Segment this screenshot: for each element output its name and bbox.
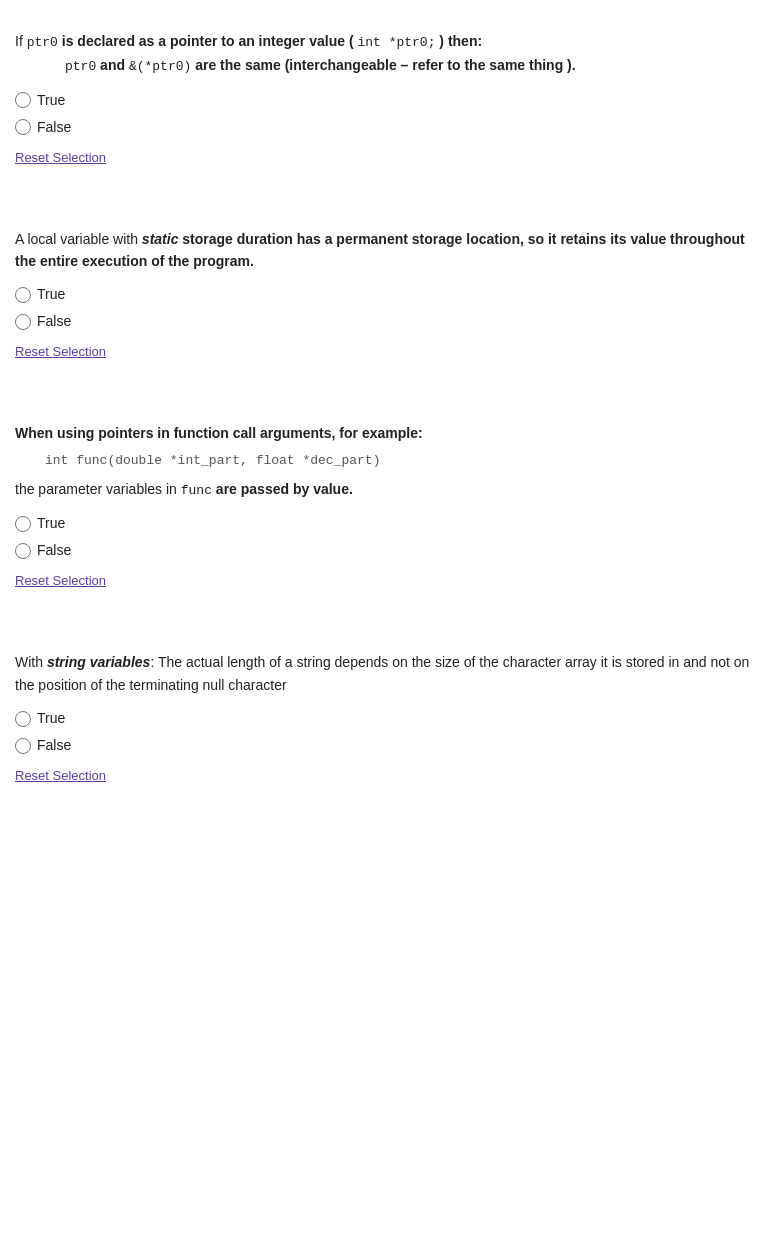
q1-code-ptr0-2: ptr0 xyxy=(65,59,96,74)
q2-text-a: A local variable with xyxy=(15,231,142,247)
q1-same-text: are the same (interchangeable – refer to… xyxy=(191,57,575,73)
q3-radio-false[interactable] xyxy=(15,543,31,559)
q1-false-label: False xyxy=(37,117,71,138)
q1-and-text: and xyxy=(96,57,129,73)
q1-code-ampptr0: &(*ptr0) xyxy=(129,59,191,74)
question-block-1: If ptr0 is declared as a pointer to an i… xyxy=(10,20,769,178)
question-text-1: If ptr0 is declared as a pointer to an i… xyxy=(15,30,764,78)
q2-reset-link[interactable]: Reset Selection xyxy=(15,342,106,362)
q1-reset-link[interactable]: Reset Selection xyxy=(15,148,106,168)
q2-true-label: True xyxy=(37,284,65,305)
q4-radio-true[interactable] xyxy=(15,711,31,727)
q4-true-label: True xyxy=(37,708,65,729)
q1-text-if: If xyxy=(15,33,27,49)
q1-option-true[interactable]: True xyxy=(15,90,764,111)
question-text-3: When using pointers in function call arg… xyxy=(15,422,764,501)
question-block-4: With string variables: The actual length… xyxy=(10,641,769,796)
q3-text-when: When using pointers in function call arg… xyxy=(15,425,423,441)
q4-false-label: False xyxy=(37,735,71,756)
q1-radio-false[interactable] xyxy=(15,119,31,135)
q3-options: True False Reset Selection xyxy=(15,513,764,591)
q2-italic-static: static xyxy=(142,231,179,247)
q3-text-param: the parameter variables in xyxy=(15,481,181,497)
question-block-2: A local variable with static storage dur… xyxy=(10,218,769,373)
q1-code-ptr0: ptr0 xyxy=(27,35,58,50)
q3-radio-true[interactable] xyxy=(15,516,31,532)
q3-option-true[interactable]: True xyxy=(15,513,764,534)
page-container: If ptr0 is declared as a pointer to an i… xyxy=(0,0,779,856)
q4-text-with: With xyxy=(15,654,47,670)
q4-italic-string: string variables xyxy=(47,654,151,670)
q2-options: True False Reset Selection xyxy=(15,284,764,362)
q2-radio-true[interactable] xyxy=(15,287,31,303)
q3-false-label: False xyxy=(37,540,71,561)
q2-false-label: False xyxy=(37,311,71,332)
q1-code-int-ptr0: int *ptr0; xyxy=(357,35,435,50)
q3-reset-link[interactable]: Reset Selection xyxy=(15,571,106,591)
question-text-4: With string variables: The actual length… xyxy=(15,651,764,696)
q3-code-block: int func(double *int_part, float *dec_pa… xyxy=(45,451,764,472)
q4-options: True False Reset Selection xyxy=(15,708,764,786)
q1-options: True False Reset Selection xyxy=(15,90,764,168)
q4-option-true[interactable]: True xyxy=(15,708,764,729)
q1-option-false[interactable]: False xyxy=(15,117,764,138)
q3-code-func: func xyxy=(181,483,212,498)
q4-reset-link[interactable]: Reset Selection xyxy=(15,766,106,786)
question-block-3: When using pointers in function call arg… xyxy=(10,412,769,601)
q1-subtext: ptr0 and &(*ptr0) are the same (intercha… xyxy=(65,54,576,78)
q1-text-then: ) then: xyxy=(435,33,482,49)
q1-radio-true[interactable] xyxy=(15,92,31,108)
q2-option-true[interactable]: True xyxy=(15,284,764,305)
q3-true-label: True xyxy=(37,513,65,534)
question-text-2: A local variable with static storage dur… xyxy=(15,228,764,273)
q3-option-false[interactable]: False xyxy=(15,540,764,561)
q1-true-label: True xyxy=(37,90,65,111)
q1-text-declared: is declared as a pointer to an integer v… xyxy=(58,33,358,49)
q4-option-false[interactable]: False xyxy=(15,735,764,756)
q2-radio-false[interactable] xyxy=(15,314,31,330)
q3-text-passed: are passed by value. xyxy=(212,481,353,497)
q4-radio-false[interactable] xyxy=(15,738,31,754)
q2-option-false[interactable]: False xyxy=(15,311,764,332)
